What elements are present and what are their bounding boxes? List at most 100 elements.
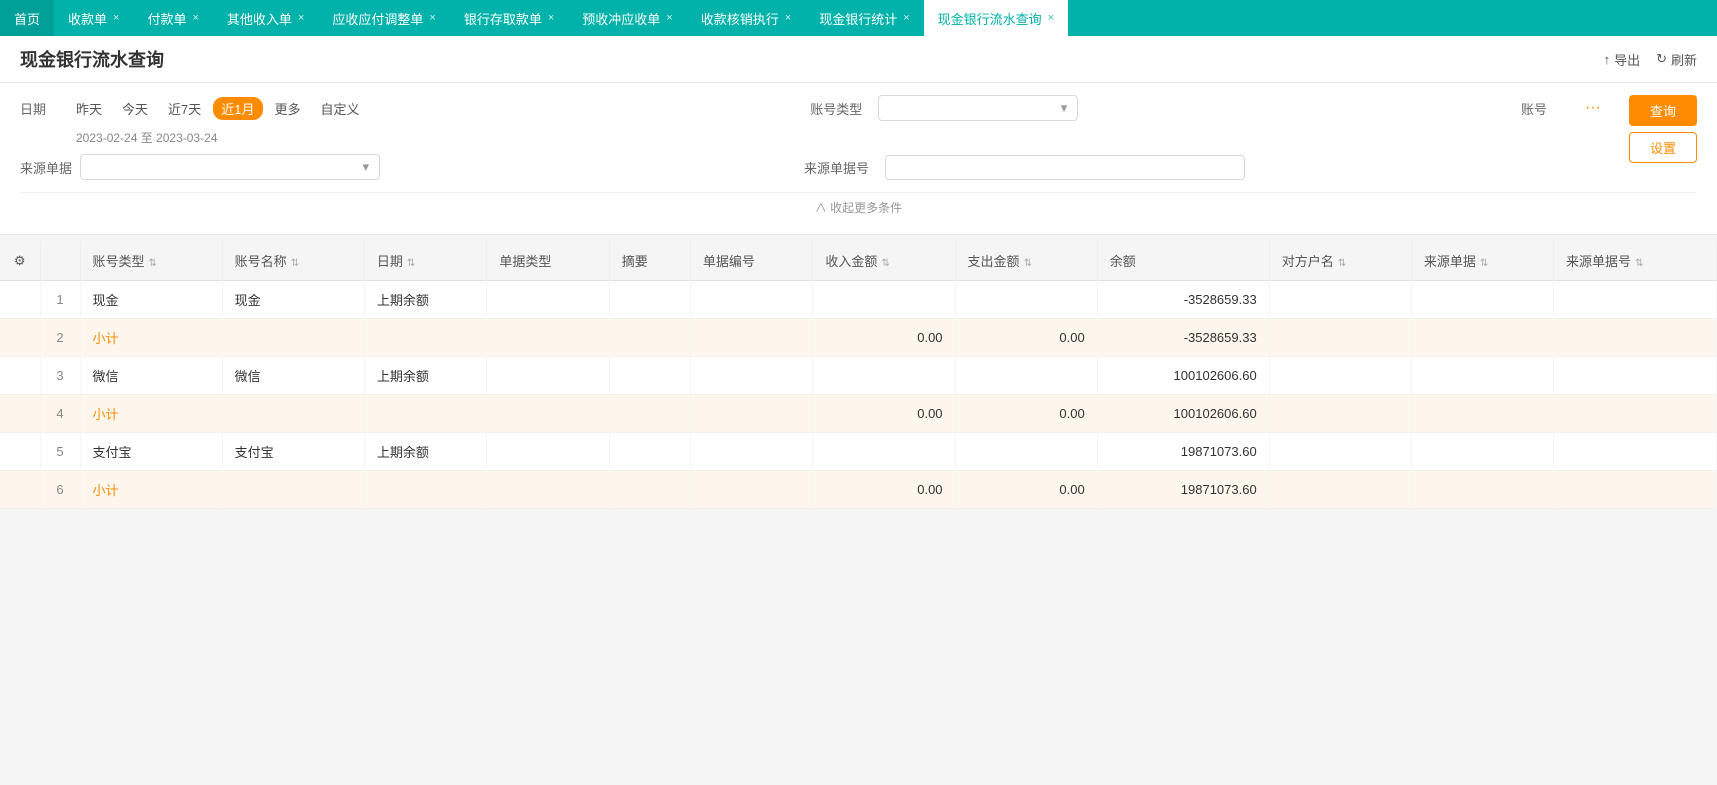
th-source-doc-num[interactable]: 来源单据号⇅: [1554, 241, 1717, 281]
row-account-type: 支付宝: [80, 433, 222, 471]
row-doc-num: [690, 395, 812, 433]
row-account-type: 小计: [80, 319, 222, 357]
date-option-7days[interactable]: 近7天: [160, 97, 209, 120]
row-source-doc: [1411, 319, 1553, 357]
refresh-button[interactable]: ↻ 刷新: [1656, 50, 1697, 69]
page-header: 现金银行流水查询 ↑ 导出 ↻ 刷新: [0, 36, 1717, 83]
row-doc-num: [690, 433, 812, 471]
date-option-custom[interactable]: 自定义: [313, 97, 368, 120]
date-option-yesterday[interactable]: 昨天: [68, 97, 110, 120]
nav-close-payment[interactable]: ×: [192, 12, 198, 24]
filter-row-source: 来源单据 ▾ 来源单据号: [20, 154, 1609, 180]
row-gear-cell: [0, 433, 40, 471]
nav-close-other-income[interactable]: ×: [298, 12, 304, 24]
nav-item-receipt[interactable]: 收款单 ×: [54, 0, 133, 36]
export-icon: ↑: [1604, 52, 1611, 67]
row-account-name: [222, 395, 364, 433]
row-doc-type: [487, 471, 609, 509]
row-balance: 19871073.60: [1097, 471, 1269, 509]
date-option-today[interactable]: 今天: [114, 97, 156, 120]
row-income: [813, 357, 955, 395]
row-account-name: [222, 319, 364, 357]
source-doc-num-input[interactable]: [885, 155, 1245, 180]
th-date[interactable]: 日期⇅: [364, 241, 486, 281]
table-container: ⚙ 账号类型⇅ 账号名称⇅ 日期⇅ 单据类型 摘要 单据编号 收入金额⇅ 支出金…: [0, 241, 1717, 509]
table-row[interactable]: 2 小计 0.00 0.00 -3528659.33: [0, 319, 1717, 357]
nav-item-other-income[interactable]: 其他收入单 ×: [213, 0, 318, 36]
th-balance[interactable]: 余额: [1097, 241, 1269, 281]
row-balance: 19871073.60: [1097, 433, 1269, 471]
th-account-name[interactable]: 账号名称⇅: [222, 241, 364, 281]
th-expense[interactable]: 支出金额⇅: [955, 241, 1097, 281]
table-row[interactable]: 4 小计 0.00 0.00 100102606.60: [0, 395, 1717, 433]
filter-row-date: 日期 昨天 今天 近7天 近1月 更多 自定义 账号类型 ▾: [20, 95, 1609, 121]
row-gear-cell: [0, 395, 40, 433]
row-counterpart: [1269, 433, 1411, 471]
table-row[interactable]: 3 微信 微信 上期余额 100102606.60: [0, 357, 1717, 395]
export-button[interactable]: ↑ 导出: [1604, 50, 1641, 69]
row-source-doc-num: [1554, 471, 1717, 509]
nav-close-adjustment[interactable]: ×: [429, 12, 435, 24]
nav-item-collection[interactable]: 收款核销执行 ×: [687, 0, 805, 36]
th-counterpart[interactable]: 对方户名⇅: [1269, 241, 1411, 281]
account-dots-button[interactable]: ···: [1577, 99, 1609, 117]
row-source-doc: [1411, 433, 1553, 471]
nav-item-home[interactable]: 首页: [0, 0, 54, 36]
table-header-row: ⚙ 账号类型⇅ 账号名称⇅ 日期⇅ 单据类型 摘要 单据编号 收入金额⇅ 支出金…: [0, 241, 1717, 281]
th-account-type[interactable]: 账号类型⇅: [80, 241, 222, 281]
sort-icon-counterpart: ⇅: [1338, 258, 1346, 269]
row-source-doc-num: [1554, 433, 1717, 471]
nav-item-cash-flow[interactable]: 现金银行流水查询 ×: [924, 0, 1068, 36]
nav-item-prepayment[interactable]: 预收冲应收单 ×: [568, 0, 686, 36]
filter-account: 账号 ···: [1521, 99, 1609, 118]
nav-close-receipt[interactable]: ×: [113, 12, 119, 24]
nav-close-cash-stats[interactable]: ×: [903, 12, 909, 24]
refresh-icon: ↻: [1656, 51, 1667, 67]
row-expense: [955, 281, 1097, 319]
th-source-doc[interactable]: 来源单据⇅: [1411, 241, 1553, 281]
nav-close-prepayment[interactable]: ×: [666, 12, 672, 24]
row-date: 上期余额: [364, 357, 486, 395]
nav-item-adjustment[interactable]: 应收应付调整单 ×: [318, 0, 449, 36]
collapse-bar[interactable]: ∧ 收起更多条件: [20, 192, 1697, 222]
row-balance: -3528659.33: [1097, 281, 1269, 319]
row-account-name: 支付宝: [222, 433, 364, 471]
nav-item-bank-deposit[interactable]: 银行存取款单 ×: [450, 0, 568, 36]
nav-close-bank-deposit[interactable]: ×: [548, 12, 554, 24]
source-doc-num-label: 来源单据号: [804, 158, 869, 177]
date-range-display: 2023-02-24 至 2023-03-24: [76, 131, 217, 145]
row-expense: 0.00: [955, 319, 1097, 357]
row-source-doc: [1411, 357, 1553, 395]
row-summary: [609, 395, 690, 433]
account-type-select[interactable]: ▾: [878, 95, 1078, 121]
source-doc-select[interactable]: ▾: [80, 154, 380, 180]
date-option-1month[interactable]: 近1月: [213, 97, 262, 120]
th-summary[interactable]: 摘要: [609, 241, 690, 281]
nav-close-collection[interactable]: ×: [785, 12, 791, 24]
nav-close-cash-flow[interactable]: ×: [1048, 12, 1054, 24]
row-date: 上期余额: [364, 433, 486, 471]
row-account-name: [222, 471, 364, 509]
row-doc-type: [487, 433, 609, 471]
th-income[interactable]: 收入金额⇅: [813, 241, 955, 281]
th-gear[interactable]: ⚙: [0, 241, 40, 281]
nav-item-payment[interactable]: 付款单 ×: [133, 0, 212, 36]
table-row[interactable]: 1 现金 现金 上期余额 -3528659.33: [0, 281, 1717, 319]
nav-item-cash-stats[interactable]: 现金银行统计 ×: [805, 0, 923, 36]
row-account-type: 小计: [80, 471, 222, 509]
row-gear-cell: [0, 281, 40, 319]
th-doc-num[interactable]: 单据编号: [690, 241, 812, 281]
sort-icon-source-doc: ⇅: [1480, 258, 1488, 269]
settings-button[interactable]: 设置: [1629, 132, 1697, 163]
row-account-name: 微信: [222, 357, 364, 395]
date-option-more[interactable]: 更多: [267, 97, 309, 120]
table-row[interactable]: 6 小计 0.00 0.00 19871073.60: [0, 471, 1717, 509]
row-account-name: 现金: [222, 281, 364, 319]
th-doc-type[interactable]: 单据类型: [487, 241, 609, 281]
row-account-type: 微信: [80, 357, 222, 395]
action-buttons: 查询 设置: [1629, 95, 1697, 163]
query-button[interactable]: 查询: [1629, 95, 1697, 126]
row-date: 上期余额: [364, 281, 486, 319]
table-row[interactable]: 5 支付宝 支付宝 上期余额 19871073.60: [0, 433, 1717, 471]
sort-icon-source-doc-num: ⇅: [1635, 258, 1643, 269]
